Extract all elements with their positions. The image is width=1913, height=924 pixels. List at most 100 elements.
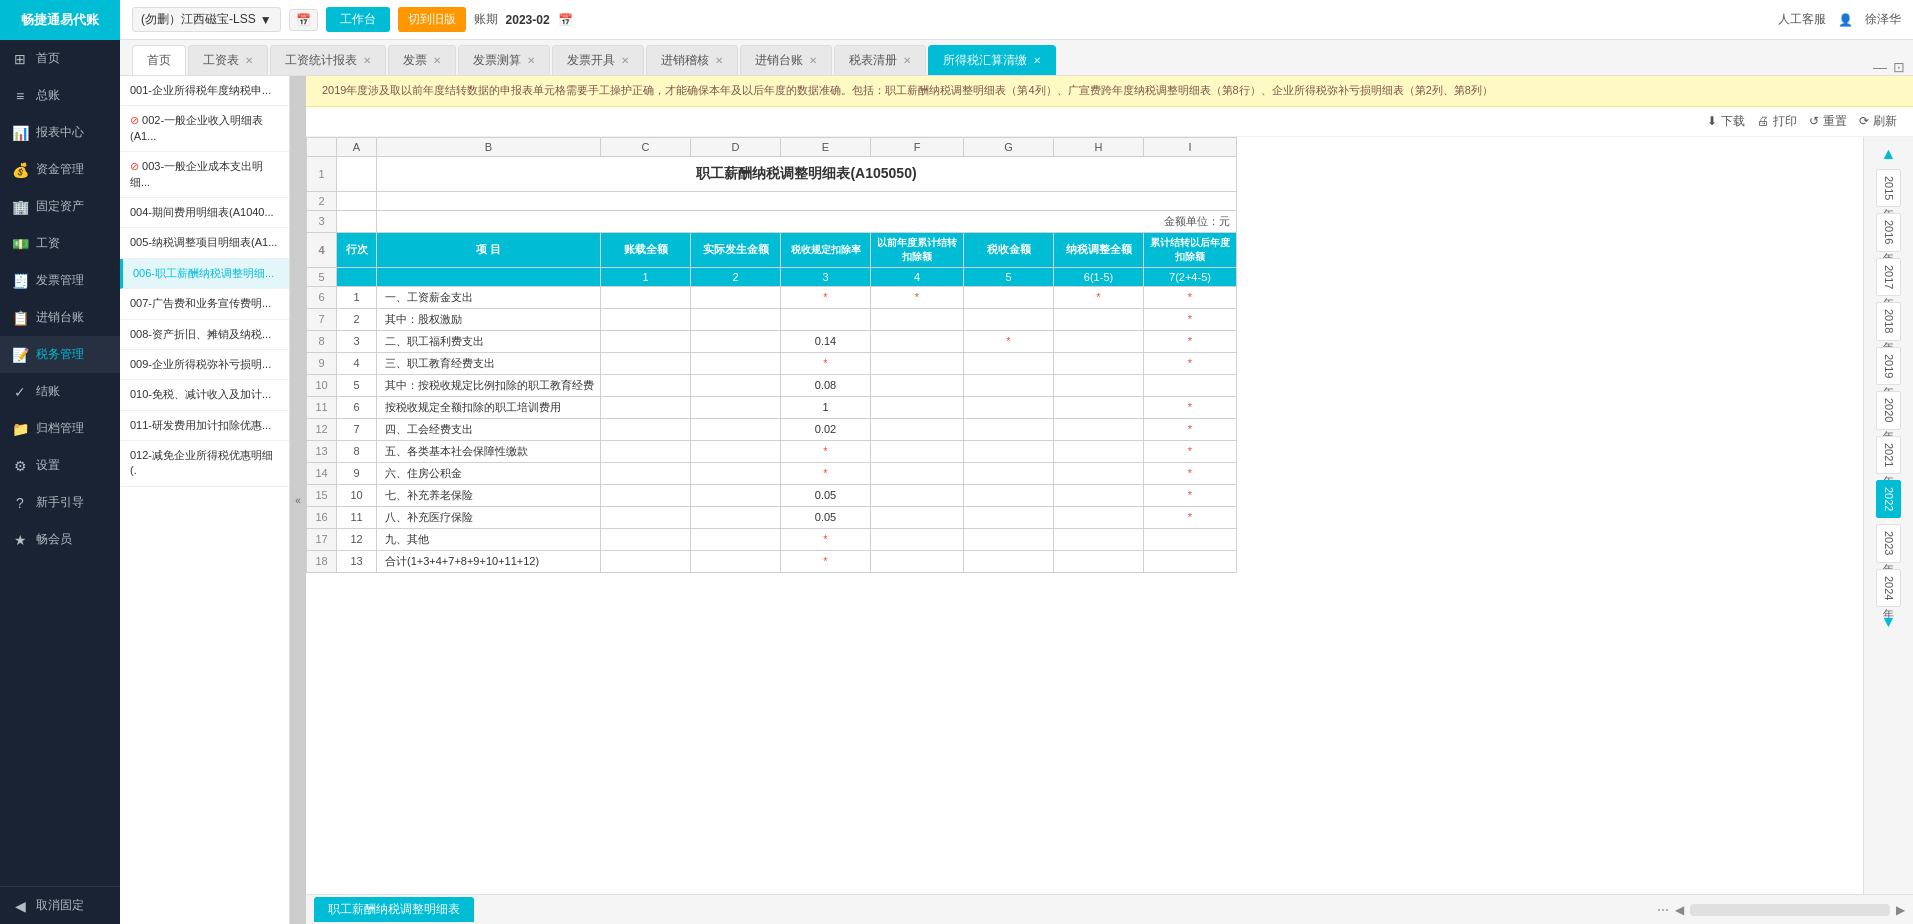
year-item[interactable]: 2021年 xyxy=(1876,436,1901,474)
file-item-010[interactable]: 010-免税、减计收入及加计... xyxy=(120,380,289,410)
tab-audit-close[interactable]: ✕ xyxy=(715,55,723,66)
year-item[interactable]: 2018年 xyxy=(1876,302,1901,340)
sidebar-item-capital[interactable]: 💰 资金管理 xyxy=(0,151,120,188)
tab-home-label: 首页 xyxy=(147,52,171,69)
refresh-button[interactable]: ⟳ 刷新 xyxy=(1859,113,1897,130)
sidebar-item-home[interactable]: ⊞ 首页 xyxy=(0,40,120,77)
support-link[interactable]: 人工客服 xyxy=(1778,11,1826,28)
row-2-A xyxy=(337,191,377,210)
tab-maximize-btn[interactable]: ⊡ xyxy=(1893,59,1905,75)
sidebar-item-salary[interactable]: 💵 工资 xyxy=(0,225,120,262)
row-label: 九、其他 xyxy=(377,528,601,550)
row-index: 2 xyxy=(337,308,377,330)
row-f xyxy=(871,462,964,484)
file-item-004[interactable]: 004-期间费用明细表(A1040... xyxy=(120,198,289,228)
tab-salary[interactable]: 工资表 ✕ xyxy=(188,45,268,75)
sidebar-item-member[interactable]: ★ 畅会员 xyxy=(0,521,120,558)
sidebar-item-label: 设置 xyxy=(36,457,60,474)
sales-icon: 📋 xyxy=(12,310,28,326)
tab-ledger[interactable]: 进销台账 ✕ xyxy=(740,45,832,75)
row-g: * xyxy=(964,330,1054,352)
file-item-011[interactable]: 011-研发费用加计扣除优惠... xyxy=(120,411,289,441)
download-button[interactable]: ⬇ 下载 xyxy=(1707,113,1745,130)
table-row: 138五、各类基本社会保障性缴款** xyxy=(307,440,1237,462)
row-c xyxy=(601,506,691,528)
file-item-008[interactable]: 008-资产折旧、摊销及纳税... xyxy=(120,320,289,350)
tab-invoice-issue-close[interactable]: ✕ xyxy=(621,55,629,66)
scroll-right-btn[interactable]: ▶ xyxy=(1896,903,1905,917)
reset-button[interactable]: ↺ 重置 xyxy=(1809,113,1847,130)
row-c xyxy=(601,528,691,550)
sidebar-item-ledger[interactable]: ≡ 总账 xyxy=(0,77,120,114)
file-item-001[interactable]: 001-企业所得税年度纳税申... xyxy=(120,76,289,106)
col-header-B: B xyxy=(377,137,601,156)
period-calendar-icon[interactable]: 📅 xyxy=(558,13,573,27)
file-item-007[interactable]: 007-广告费和业务宣传费明... xyxy=(120,289,289,319)
file-item-002[interactable]: ⊘ 002-一般企业收入明细表(A1... xyxy=(120,106,289,152)
switch-version-button[interactable]: 切到旧版 xyxy=(398,7,466,32)
file-item-006[interactable]: 006-职工薪酬纳税调整明细... xyxy=(120,259,289,289)
col-header-H: H xyxy=(1054,137,1144,156)
tab-salary-report[interactable]: 工资统计报表 ✕ xyxy=(270,45,386,75)
sidebar-item-sales[interactable]: 📋 进销台账 xyxy=(0,299,120,336)
table-row: 116按税收规定全额扣除的职工培训费用1* xyxy=(307,396,1237,418)
collapse-button[interactable]: « xyxy=(290,76,306,924)
sidebar-item-reports[interactable]: 📊 报表中心 xyxy=(0,114,120,151)
sidebar-item-invoice[interactable]: 🧾 发票管理 xyxy=(0,262,120,299)
sidebar-item-label: 新手引导 xyxy=(36,494,84,511)
print-button[interactable]: 🖨 打印 xyxy=(1757,113,1797,130)
tab-ledger-close[interactable]: ✕ xyxy=(809,55,817,66)
company-selector[interactable]: (勿删）江西磁宝-LSS ▼ xyxy=(132,7,281,32)
year-nav-up-button[interactable]: ▲ xyxy=(1877,141,1901,167)
row-f xyxy=(871,506,964,528)
scroll-left-btn[interactable]: ◀ xyxy=(1675,903,1684,917)
file-item-012[interactable]: 012-减免企业所得税优惠明细(. xyxy=(120,441,289,487)
sidebar-item-tax[interactable]: 📝 税务管理 xyxy=(0,336,120,373)
year-item[interactable]: 2023年 xyxy=(1876,524,1901,562)
tab-tax-book-close[interactable]: ✕ xyxy=(903,55,911,66)
tab-audit[interactable]: 进销稽核 ✕ xyxy=(646,45,738,75)
col-header-F: F xyxy=(871,137,964,156)
row-d xyxy=(691,374,781,396)
file-item-005[interactable]: 005-纳税调整项目明细表(A1... xyxy=(120,228,289,258)
bottom-sheet-tab[interactable]: 职工薪酬纳税调整明细表 xyxy=(314,897,474,922)
tab-minimize-btn[interactable]: — xyxy=(1873,59,1887,75)
year-item[interactable]: 2017年 xyxy=(1876,258,1901,296)
sidebar-item-label: 税务管理 xyxy=(36,346,84,363)
year-item[interactable]: 2015年 xyxy=(1876,169,1901,207)
tab-invoice-calc[interactable]: 发票测算 ✕ xyxy=(458,45,550,75)
tab-home[interactable]: 首页 xyxy=(132,45,186,75)
tab-income-tax-close[interactable]: ✕ xyxy=(1033,55,1041,66)
year-item[interactable]: 2024年 xyxy=(1876,569,1901,607)
download-icon: ⬇ xyxy=(1707,114,1717,128)
tab-income-tax[interactable]: 所得税汇算清缴 ✕ xyxy=(928,45,1056,75)
more-icon[interactable]: ⋯ xyxy=(1657,903,1669,917)
tab-invoice[interactable]: 发票 ✕ xyxy=(388,45,456,75)
sidebar-item-settings[interactable]: ⚙ 设置 xyxy=(0,447,120,484)
sidebar-item-assets[interactable]: 🏢 固定资产 xyxy=(0,188,120,225)
tab-salary-report-close[interactable]: ✕ xyxy=(363,55,371,66)
sidebar-item-close[interactable]: ✓ 结账 xyxy=(0,373,120,410)
toolbar: ⬇ 下载 🖨 打印 ↺ 重置 ⟳ 刷新 xyxy=(306,107,1913,137)
workspace-button[interactable]: 工作台 xyxy=(326,7,390,32)
year-item[interactable]: 2022年 xyxy=(1876,480,1901,518)
year-nav-down-button[interactable]: ▼ xyxy=(1877,609,1901,635)
year-item[interactable]: 2020年 xyxy=(1876,391,1901,429)
row-1-A xyxy=(337,156,377,191)
scrollbar[interactable] xyxy=(1690,904,1890,916)
row-label: 三、职工教育经费支出 xyxy=(377,352,601,374)
file-item-003[interactable]: ⊘ 003-一般企业成本支出明细... xyxy=(120,152,289,198)
sidebar-item-archive[interactable]: 📁 归档管理 xyxy=(0,410,120,447)
tab-invoice-close[interactable]: ✕ xyxy=(433,55,441,66)
tab-salary-close[interactable]: ✕ xyxy=(245,55,253,66)
year-item[interactable]: 2019年 xyxy=(1876,347,1901,385)
year-item[interactable]: 2016年 xyxy=(1876,213,1901,251)
calendar-button[interactable]: 📅 xyxy=(289,9,318,31)
tab-invoice-issue[interactable]: 发票开具 ✕ xyxy=(552,45,644,75)
file-item-009[interactable]: 009-企业所得税弥补亏损明... xyxy=(120,350,289,380)
tab-tax-book[interactable]: 税表清册 ✕ xyxy=(834,45,926,75)
sidebar-item-guide[interactable]: ? 新手引导 xyxy=(0,484,120,521)
sidebar-item-cancel-fixed[interactable]: ◀ 取消固定 xyxy=(0,887,120,924)
tab-invoice-calc-close[interactable]: ✕ xyxy=(527,55,535,66)
table-row: 72其中：股权激励* xyxy=(307,308,1237,330)
